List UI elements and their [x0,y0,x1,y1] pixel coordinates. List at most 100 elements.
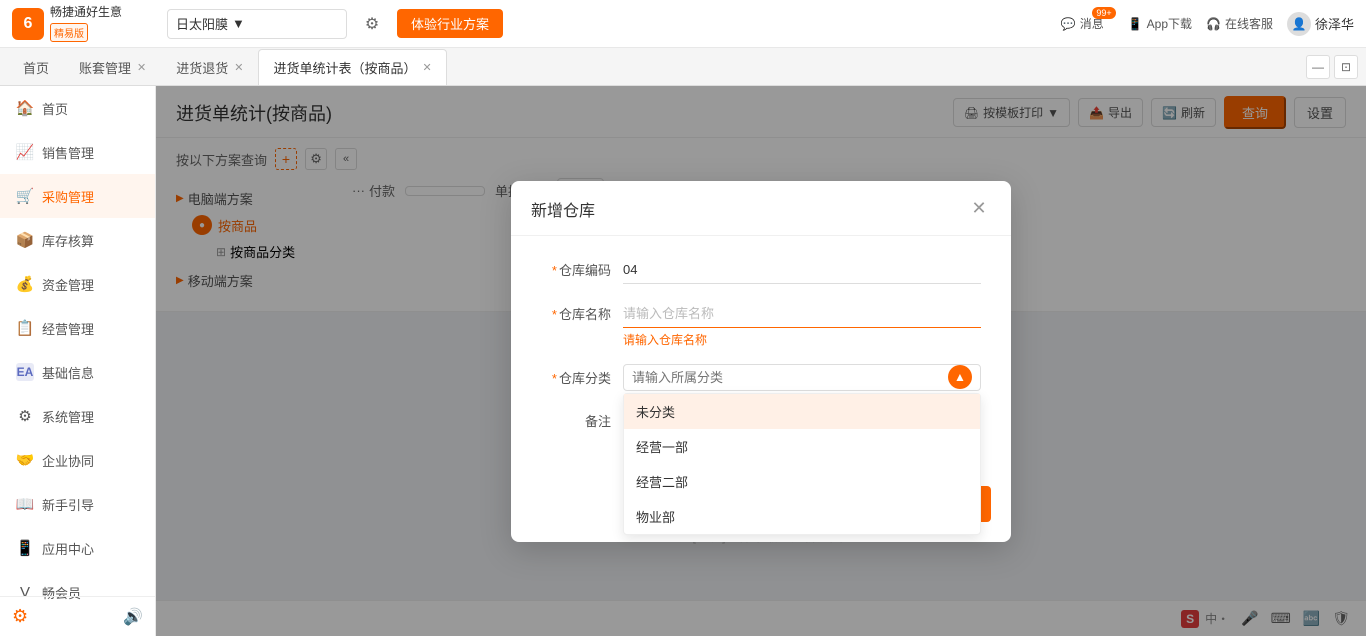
app-download-item[interactable]: 📱 App下载 [1128,15,1192,32]
form-row-category: *仓库分类 ▲ 未分类 经营一部 经营二部 [541,364,981,391]
sidebar-item-newbie[interactable]: 📖 新手引导 [0,482,155,526]
name-input[interactable] [623,300,981,328]
sidebar-label-enterprise: 企业协同 [42,451,94,470]
user-name: 徐泽华 [1315,14,1354,33]
code-control [623,256,981,284]
dropdown-item-property[interactable]: 物业部 [624,499,980,534]
name-control: 请输入仓库名称 [623,300,981,348]
header-center: 日太阳膜 ▼ ⚙ 体验行业方案 [167,9,1061,39]
settings-small-icon[interactable]: ⚙ [12,606,28,627]
tab-controls: — ⊡ [1306,55,1358,79]
category-dropdown: 未分类 经营一部 经营二部 物业部 [623,393,981,535]
sidebar-label-app-center: 应用中心 [42,539,94,558]
search-value: 日太阳膜 [176,14,228,33]
finance-icon: 💰 [16,275,34,293]
user-item[interactable]: 👤 徐泽华 [1287,12,1354,36]
sidebar-label-purchase: 采购管理 [42,187,94,206]
sidebar-item-enterprise[interactable]: 🤝 企业协同 [0,438,155,482]
sidebar: 🏠 首页 📈 销售管理 🛒 采购管理 📦 库存核算 💰 资金管理 📋 经营管理 … [0,86,156,636]
tab-close-active-icon[interactable]: ✕ [423,61,432,74]
dialog-title: 新增仓库 [531,197,595,221]
code-label: *仓库编码 [541,256,611,280]
dropdown-item-ops1[interactable]: 经营一部 [624,429,980,464]
try-industry-button[interactable]: 体验行业方案 [397,9,503,38]
purchase-icon: 🛒 [16,187,34,205]
inventory-icon: 📦 [16,231,34,249]
notification-item[interactable]: 💬 消息 99+ [1061,15,1104,32]
sidebar-label-sales: 销售管理 [42,143,94,162]
sidebar-footer: ⚙ 🔊 [0,596,155,636]
enterprise-icon: 🤝 [16,451,34,469]
tab-returns[interactable]: 进货退货 ✕ [161,49,258,85]
online-service-label: 在线客服 [1225,15,1273,32]
tab-minimize-button[interactable]: — [1306,55,1330,79]
logo-area: 6 畅捷通好生意 精易版 [12,5,167,42]
sidebar-item-operations[interactable]: 📋 经营管理 [0,306,155,350]
message-icon: 💬 [1061,17,1076,31]
logo-icon: 6 [12,8,44,40]
category-toggle-button[interactable]: ▲ [948,365,972,389]
category-control: ▲ 未分类 经营一部 经营二部 物业部 [623,364,981,391]
sidebar-label-home: 首页 [42,99,68,118]
app-center-icon: 📱 [16,539,34,557]
remark-label: 备注 [541,407,611,431]
sidebar-item-purchase[interactable]: 🛒 采购管理 [0,174,155,218]
name-label: *仓库名称 [541,300,611,324]
form-row-name: *仓库名称 请输入仓库名称 [541,300,981,348]
dropdown-item-ops2[interactable]: 经营二部 [624,464,980,499]
dialog-header: 新增仓库 ✕ [511,181,1011,236]
category-label: *仓库分类 [541,364,611,388]
sidebar-item-basic-info[interactable]: EA 基础信息 [0,350,155,394]
add-warehouse-dialog: 新增仓库 ✕ *仓库编码 [511,181,1011,542]
category-input[interactable] [632,370,972,385]
name-error-message: 请输入仓库名称 [623,331,981,348]
main-layout: 🏠 首页 📈 销售管理 🛒 采购管理 📦 库存核算 💰 资金管理 📋 经营管理 … [0,86,1366,636]
basic-info-icon: EA [16,363,34,381]
avatar-icon: 👤 [1287,12,1311,36]
dialog-close-button[interactable]: ✕ [967,197,991,221]
tab-purchase-stats[interactable]: 进货单统计表（按商品） ✕ [258,49,446,85]
tab-close-icon[interactable]: ✕ [137,61,146,74]
tab-close-icon[interactable]: ✕ [234,61,243,74]
category-input-wrapper: ▲ [623,364,981,391]
form-row-code: *仓库编码 [541,256,981,284]
sidebar-item-finance[interactable]: 💰 资金管理 [0,262,155,306]
dropdown-arrow-icon: ▼ [232,16,245,31]
sidebar-item-sales[interactable]: 📈 销售管理 [0,130,155,174]
notification-badge: 99+ [1092,7,1115,19]
newbie-icon: 📖 [16,495,34,513]
sales-icon: 📈 [16,143,34,161]
sidebar-label-newbie: 新手引导 [42,495,94,514]
tab-maximize-button[interactable]: ⊡ [1334,55,1358,79]
content-area: 进货单统计(按商品) 🖨 按模板打印 ▼ 📤 导出 🔄 刷新 [156,86,1366,636]
header-search-bar[interactable]: 日太阳膜 ▼ [167,9,347,39]
dialog-body: *仓库编码 *仓库名称 请输入仓库名称 [511,236,1011,474]
tab-home[interactable]: 首页 [8,49,64,85]
sidebar-item-app-center[interactable]: 📱 应用中心 [0,526,155,570]
operations-icon: 📋 [16,319,34,337]
system-icon: ⚙ [16,407,34,425]
dialog-overlay: 新增仓库 ✕ *仓库编码 [156,86,1366,636]
sidebar-label-finance: 资金管理 [42,275,94,294]
sidebar-label-inventory: 库存核算 [42,231,94,250]
sidebar-label-basic-info: 基础信息 [42,363,94,382]
tab-bar: 首页 账套管理 ✕ 进货退货 ✕ 进货单统计表（按商品） ✕ — ⊡ [0,48,1366,86]
app-download-label: App下载 [1147,15,1192,32]
online-service-item[interactable]: 🎧 在线客服 [1206,15,1273,32]
dropdown-item-unclassified[interactable]: 未分类 [624,394,980,429]
gear-icon[interactable]: ⚙ [357,9,387,39]
sidebar-label-system: 系统管理 [42,407,94,426]
sidebar-item-home[interactable]: 🏠 首页 [0,86,155,130]
logo-text: 畅捷通好生意 [50,5,122,21]
top-header: 6 畅捷通好生意 精易版 日太阳膜 ▼ ⚙ 体验行业方案 💬 消息 99+ 📱 … [0,0,1366,48]
tab-account[interactable]: 账套管理 ✕ [64,49,161,85]
code-input[interactable] [623,256,981,284]
logo-badge: 精易版 [50,23,88,42]
speaker-icon[interactable]: 🔊 [123,607,143,627]
sidebar-label-operations: 经营管理 [42,319,94,338]
sidebar-item-system[interactable]: ⚙ 系统管理 [0,394,155,438]
headset-icon: 🎧 [1206,17,1221,31]
header-right: 💬 消息 99+ 📱 App下载 🎧 在线客服 👤 徐泽华 [1061,12,1354,36]
sidebar-item-inventory[interactable]: 📦 库存核算 [0,218,155,262]
phone-icon: 📱 [1128,17,1143,31]
